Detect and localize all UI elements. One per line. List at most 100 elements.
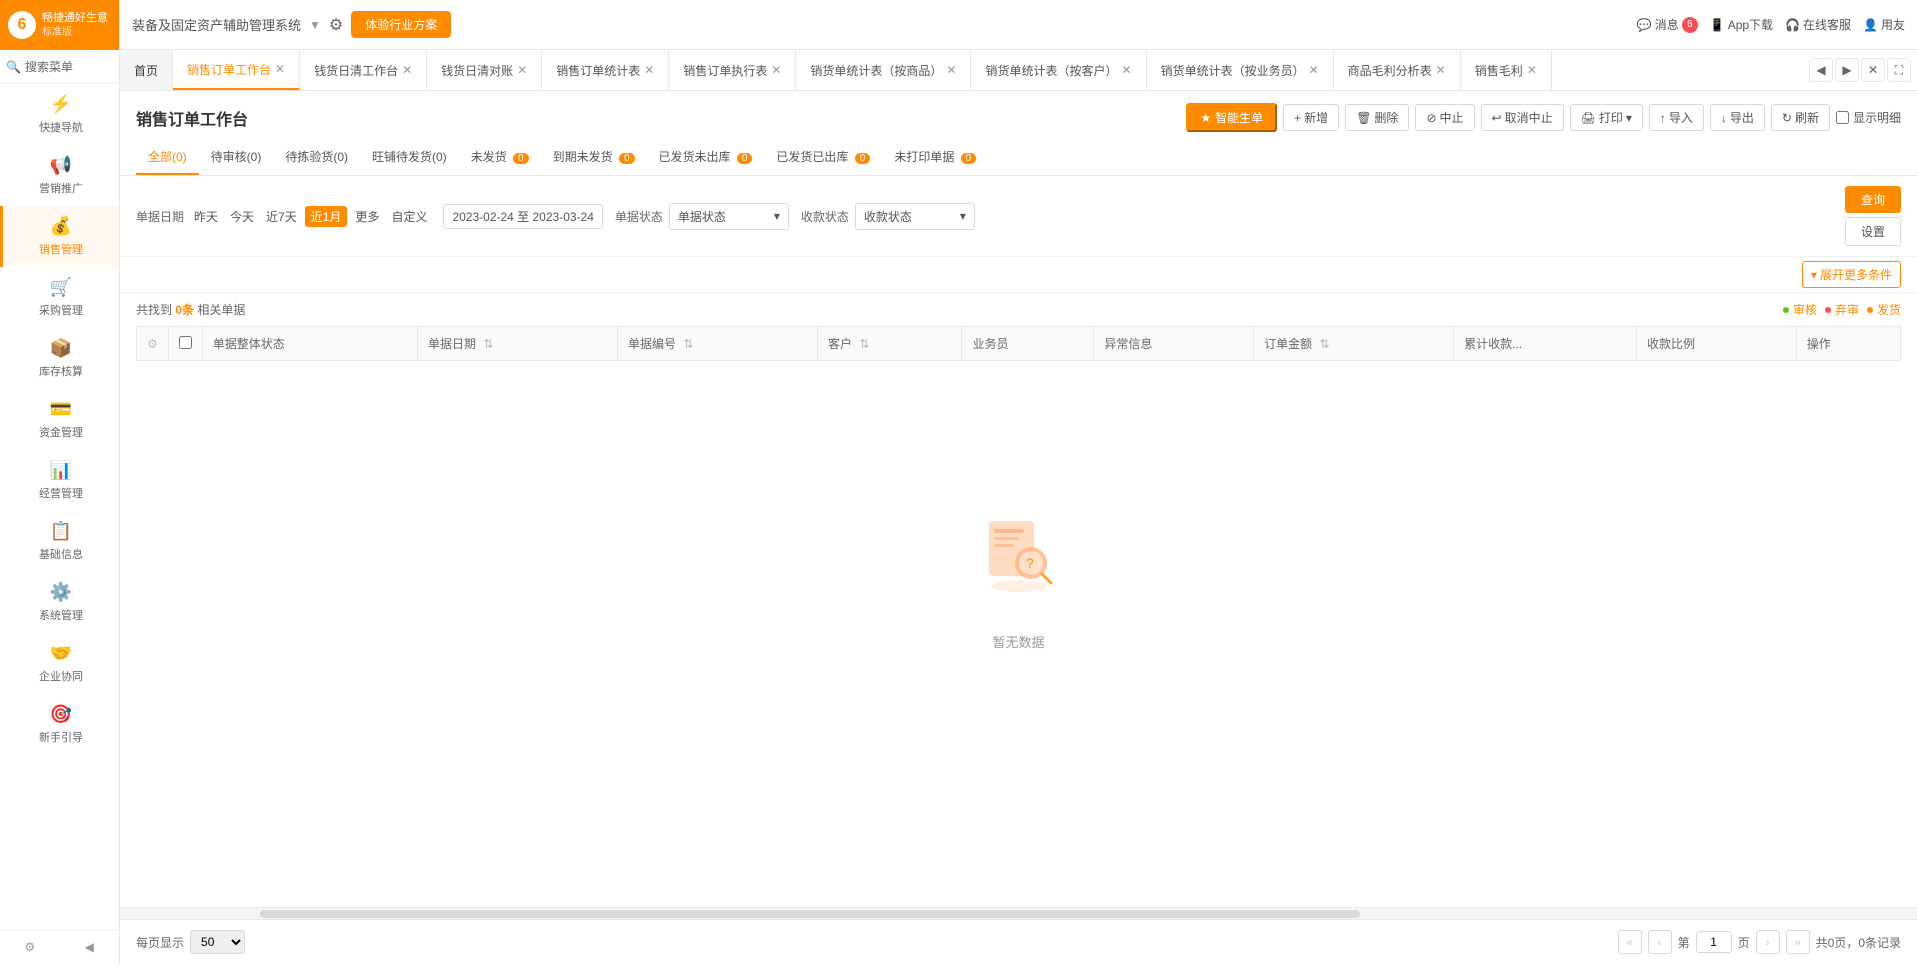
tab-close-cash[interactable]: ✕ (402, 63, 412, 77)
page-size-select[interactable]: 50 100 200 (190, 930, 245, 954)
tab-sales-by-staff[interactable]: 销货单统计表（按业务员） ✕ (1147, 50, 1334, 90)
tab-sales-stats[interactable]: 销售订单统计表 ✕ (542, 50, 669, 90)
collapse-sidebar-btn[interactable]: ◀ (60, 930, 120, 964)
date-more-btn[interactable]: 更多 (351, 206, 383, 227)
scrollbar-thumb[interactable] (260, 910, 1360, 918)
sidebar-item-system[interactable]: ⚙️ 系统管理 (0, 572, 119, 633)
export-btn[interactable]: ↓ 导出 (1710, 104, 1765, 131)
status-select[interactable]: 单据状态 ▾ (669, 203, 789, 230)
stop-btn[interactable]: ⊘ 中止 (1415, 104, 1474, 131)
page-of-label: 页 (1738, 934, 1750, 951)
smart-create-btn[interactable]: ★ 智能生单 (1186, 103, 1277, 132)
th-checkbox[interactable] (168, 327, 202, 361)
industry-solution-btn[interactable]: 体验行业方案 (351, 11, 451, 38)
tab-sales-profit[interactable]: 销售毛利 ✕ (1461, 50, 1552, 90)
payment-select[interactable]: 收款状态 ▾ (855, 203, 975, 230)
page-number-input[interactable] (1696, 931, 1732, 953)
tab-maximize-btn[interactable]: ⛶ (1887, 58, 1911, 82)
sidebar-item-inventory[interactable]: 📦 库存核算 (0, 328, 119, 389)
tab-close-all-btn[interactable]: ✕ (1861, 58, 1885, 82)
subtab-overdue-ship[interactable]: 到期未发货 0 (541, 140, 647, 175)
subtab-not-shipped[interactable]: 未发货 0 (459, 140, 541, 175)
date-1month-btn[interactable]: 近1月 (305, 206, 348, 227)
last-page-btn[interactable]: » (1786, 930, 1810, 954)
refresh-icon: ↻ (1782, 111, 1792, 125)
th-settings[interactable]: ⚙ (137, 327, 169, 361)
tab-cash-daily[interactable]: 钱货日清工作台 ✕ (300, 50, 427, 90)
sidebar-item-purchase[interactable]: 🛒 采购管理 (0, 267, 119, 328)
ship-action-btn[interactable]: 发货 (1867, 301, 1901, 318)
date-today-btn[interactable]: 今天 (226, 206, 258, 227)
page-label: 第 (1678, 934, 1690, 951)
tab-close-sales-profit[interactable]: ✕ (1527, 63, 1537, 77)
th-doc-number[interactable]: 单据编号 ⇅ (618, 327, 818, 361)
cancel-stop-btn[interactable]: ↩ 取消中止 (1481, 104, 1564, 131)
sidebar-item-guide[interactable]: 🎯 新手引导 (0, 694, 119, 755)
date-range-display[interactable]: 2023-02-24 至 2023-03-24 (443, 204, 602, 229)
cancel-review-action-btn[interactable]: 弃审 (1825, 301, 1859, 318)
sidebar-item-sales[interactable]: 💰 销售管理 (0, 206, 119, 267)
tab-close-by-staff[interactable]: ✕ (1309, 63, 1319, 77)
next-page-btn[interactable]: › (1756, 930, 1780, 954)
sidebar-item-marketing[interactable]: 📢 营销推广 (0, 145, 119, 206)
refresh-btn[interactable]: ↻ 刷新 (1771, 104, 1830, 131)
app-logo: 6 畅捷通好生意 标准版 (0, 0, 119, 50)
tab-next-btn[interactable]: ▶ (1835, 58, 1859, 82)
subtab-all[interactable]: 全部(0) (136, 140, 199, 175)
tab-close-by-customer[interactable]: ✕ (1122, 63, 1132, 77)
subtab-wangpu-ship[interactable]: 旺铺待发货(0) (360, 140, 459, 175)
expand-filter-btn[interactable]: ▾ 展开更多条件 (1802, 261, 1901, 288)
sidebar-item-basic-info[interactable]: 📋 基础信息 (0, 511, 119, 572)
tab-sales-by-customer[interactable]: 销货单统计表（按客户） ✕ (971, 50, 1146, 90)
sidebar-item-finance[interactable]: 💳 资金管理 (0, 389, 119, 450)
tab-prev-btn[interactable]: ◀ (1809, 58, 1833, 82)
query-btn[interactable]: 查询 (1845, 186, 1901, 213)
online-service-btn[interactable]: 🎧 在线客服 (1785, 16, 1851, 33)
tab-sales-by-product[interactable]: 销货单统计表（按商品） ✕ (796, 50, 971, 90)
tab-close-by-product[interactable]: ✕ (946, 63, 956, 77)
tab-close-reconcile[interactable]: ✕ (517, 63, 527, 77)
subtab-shipped-out[interactable]: 已发货已出库 0 (764, 140, 882, 175)
date-7days-btn[interactable]: 近7天 (262, 206, 301, 227)
tab-sales-workbench[interactable]: 销售订单工作台 ✕ (173, 50, 300, 90)
date-yesterday-btn[interactable]: 昨天 (190, 206, 222, 227)
new-btn[interactable]: + 新增 (1283, 104, 1339, 131)
delete-btn[interactable]: 🗑 删除 (1345, 104, 1409, 131)
review-action-btn[interactable]: 审核 (1783, 301, 1817, 318)
print-btn[interactable]: 🖨 打印 ▾ (1570, 104, 1643, 131)
select-all-checkbox[interactable] (179, 336, 192, 349)
tab-close-sales-stats[interactable]: ✕ (644, 63, 654, 77)
date-custom-btn[interactable]: 自定义 (387, 206, 431, 227)
th-doc-date[interactable]: 单据日期 ⇅ (418, 327, 618, 361)
subtab-not-printed[interactable]: 未打印单据 0 (882, 140, 988, 175)
subtab-shipped-not-out[interactable]: 已发货未出库 0 (647, 140, 765, 175)
sidebar-item-search[interactable]: 🔍 搜索菜单 (0, 50, 119, 84)
user-menu-btn[interactable]: 👤 用友 (1863, 16, 1905, 33)
settings-bottom-btn[interactable]: ⚙ (0, 930, 60, 964)
topbar: 装备及固定资产辅助管理系统 ▼ ⚙ 体验行业方案 💬 消息 6 📱 App下载 … (120, 0, 1917, 50)
tab-close-sales[interactable]: ✕ (275, 62, 285, 76)
sidebar-item-enterprise[interactable]: 🤝 企业协同 (0, 633, 119, 694)
tab-gross-margin[interactable]: 商品毛利分析表 ✕ (1334, 50, 1461, 90)
subtab-pending-check[interactable]: 待拣验货(0) (273, 140, 360, 175)
tab-sales-exec[interactable]: 销售订单执行表 ✕ (669, 50, 796, 90)
set-btn[interactable]: 设置 (1845, 217, 1901, 246)
prev-page-btn[interactable]: ‹ (1648, 930, 1672, 954)
message-btn[interactable]: 💬 消息 6 (1637, 16, 1698, 33)
sidebar-item-quick-nav[interactable]: ⚡ 快捷导航 (0, 84, 119, 145)
subtab-pending-review[interactable]: 待审核(0) (199, 140, 274, 175)
show-detail-label[interactable]: 显示明细 (1836, 109, 1901, 126)
tab-home[interactable]: 首页 (120, 50, 173, 90)
first-page-btn[interactable]: « (1618, 930, 1642, 954)
import-btn[interactable]: ↑ 导入 (1649, 104, 1704, 131)
th-customer[interactable]: 客户 ⇅ (818, 327, 962, 361)
app-download-btn[interactable]: 📱 App下载 (1710, 16, 1773, 33)
th-order-amount[interactable]: 订单金额 ⇅ (1254, 327, 1454, 361)
tab-close-gross-margin[interactable]: ✕ (1436, 63, 1446, 77)
tab-close-sales-exec[interactable]: ✕ (771, 63, 781, 77)
horizontal-scrollbar[interactable] (120, 907, 1917, 919)
tab-reconcile[interactable]: 钱货日清对账 ✕ (427, 50, 542, 90)
gear-icon[interactable]: ⚙ (329, 15, 343, 35)
show-detail-checkbox[interactable] (1836, 111, 1849, 124)
sidebar-item-operations[interactable]: 📊 经营管理 (0, 450, 119, 511)
